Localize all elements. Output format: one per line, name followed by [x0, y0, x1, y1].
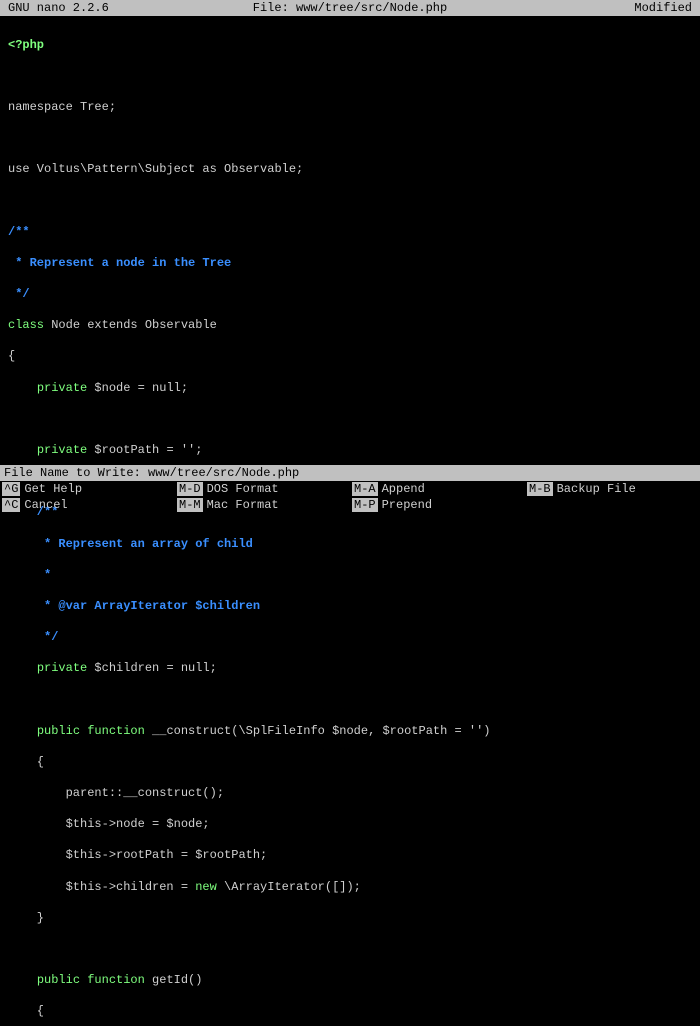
shortcut-backup-file[interactable]: M-BBackup File	[525, 481, 700, 497]
shortcut-prepend[interactable]: M-PPrepend	[350, 497, 525, 513]
shortcut-bar: ^GGet Help M-DDOS Format M-AAppend M-BBa…	[0, 481, 700, 513]
php-open-tag: <?php	[8, 38, 44, 52]
filename-prompt: File Name to Write: www/tree/src/Node.ph…	[0, 465, 700, 481]
title-bar: GNU nano 2.2.6 File: www/tree/src/Node.p…	[0, 0, 700, 16]
shortcut-mac-format[interactable]: M-MMac Format	[175, 497, 350, 513]
prompt-label: File Name to Write:	[4, 466, 148, 480]
app-name: GNU nano 2.2.6	[8, 1, 236, 15]
modified-status: Modified	[464, 1, 692, 15]
shortcut-empty	[525, 497, 700, 513]
editor-content[interactable]: <?php namespace Tree; use Voltus\Pattern…	[0, 16, 700, 1026]
filename-input[interactable]: www/tree/src/Node.php	[148, 466, 299, 480]
shortcut-dos-format[interactable]: M-DDOS Format	[175, 481, 350, 497]
shortcut-append[interactable]: M-AAppend	[350, 481, 525, 497]
shortcut-cancel[interactable]: ^CCancel	[0, 497, 175, 513]
shortcut-get-help[interactable]: ^GGet Help	[0, 481, 175, 497]
file-label: File: www/tree/src/Node.php	[236, 1, 464, 15]
